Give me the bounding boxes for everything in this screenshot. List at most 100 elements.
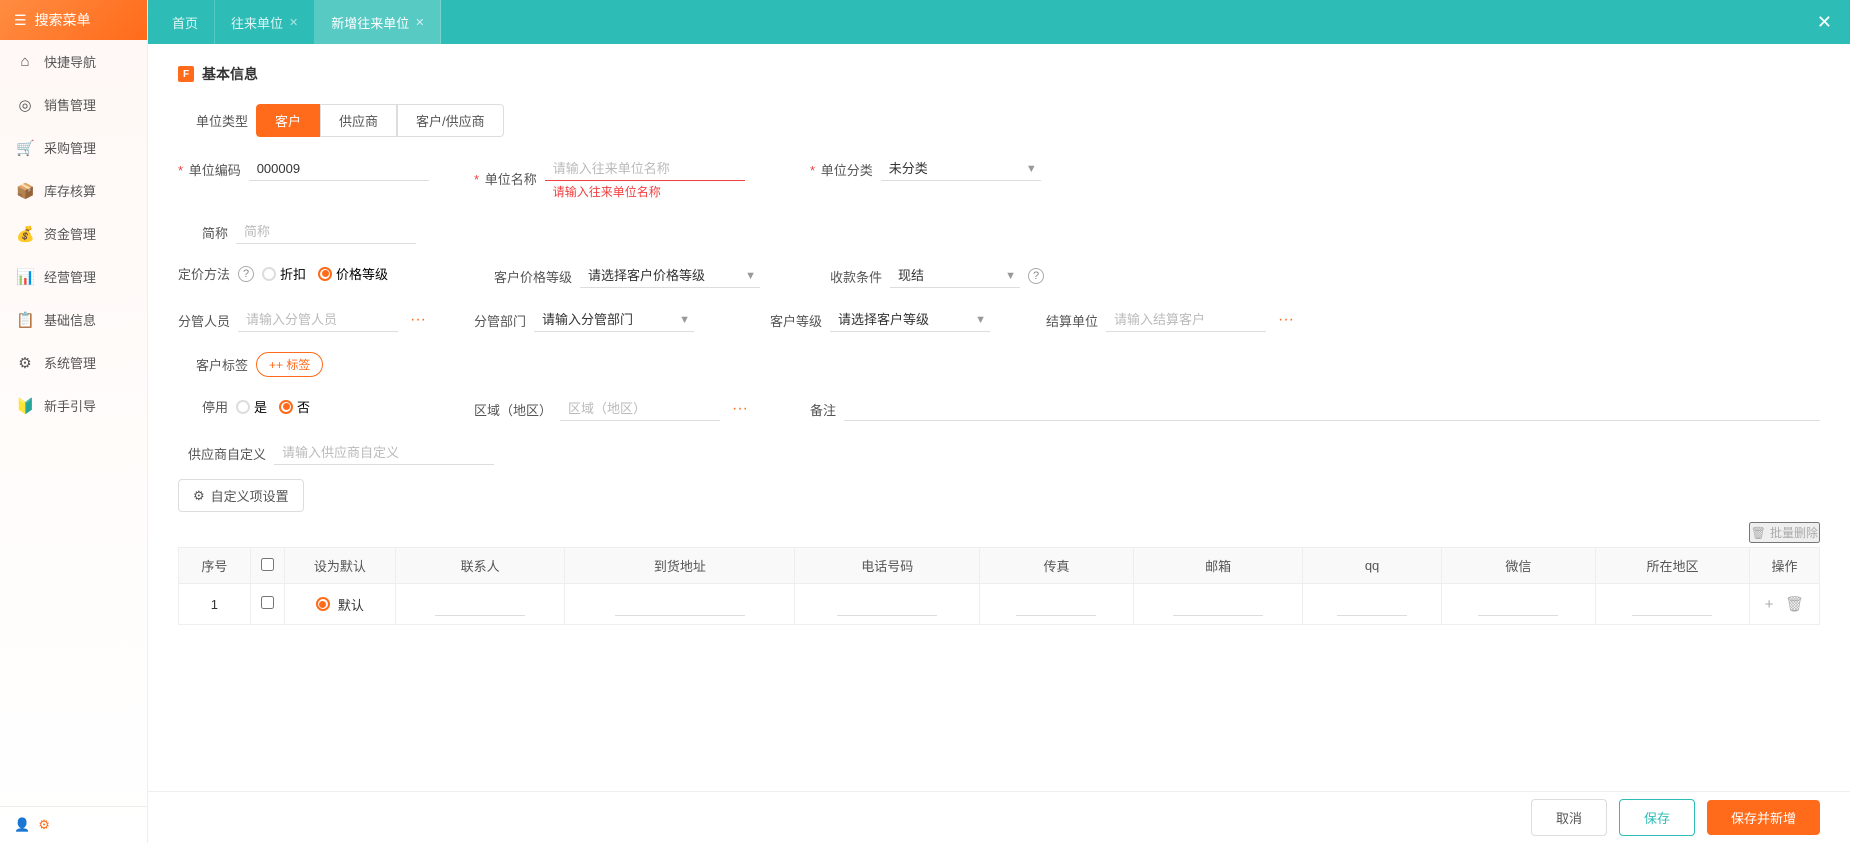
remark-input[interactable] — [844, 397, 1820, 421]
settlement-unit-input[interactable] — [1106, 308, 1266, 332]
dept-select[interactable]: 请输入分管部门 — [534, 308, 694, 332]
select-all-checkbox[interactable] — [261, 558, 274, 571]
col-email: 邮箱 — [1133, 548, 1302, 584]
manager-more-button[interactable]: ··· — [406, 311, 430, 329]
tab-partner-list[interactable]: 往来单位 ✕ — [215, 0, 315, 44]
user-icon: 👤 — [14, 817, 30, 833]
row-seq: 1 — [179, 584, 251, 625]
required-star: * — [178, 163, 183, 178]
radio-no[interactable]: 否 — [279, 397, 310, 416]
sidebar-item-operations[interactable]: 📊 经营管理 — [0, 255, 147, 298]
settlement-more-button[interactable]: ··· — [1274, 311, 1298, 329]
tab-partner-list-close[interactable]: ✕ — [289, 16, 298, 29]
region-input[interactable] — [1632, 592, 1712, 616]
area-group: 区域（地区） ··· — [474, 397, 794, 421]
customer-level-group: 客户等级 请选择客户等级 ▼ — [770, 308, 1030, 332]
cancel-button[interactable]: 取消 — [1531, 799, 1607, 836]
unit-btn-supplier[interactable]: 供应商 — [320, 104, 397, 137]
sidebar-item-basic-info[interactable]: 📋 基础信息 — [0, 298, 147, 341]
contact-table: 序号 设为默认 联系人 到货地址 电话号码 传真 邮箱 qq 微信 所在地区 — [178, 547, 1820, 625]
sidebar-item-label: 基础信息 — [44, 310, 96, 329]
area-input[interactable] — [560, 397, 720, 421]
custom-settings-button[interactable]: ⚙ 自定义项设置 — [178, 479, 304, 512]
sidebar-item-purchase[interactable]: 🛒 采购管理 — [0, 126, 147, 169]
radio-discount-circle — [262, 267, 276, 281]
phone-input[interactable] — [837, 592, 937, 616]
page-content: F 基本信息 单位类型 客户 供应商 客户/供应商 * 单位编码 — [148, 44, 1850, 791]
pricing-help-icon[interactable]: ? — [238, 266, 254, 282]
tab-new-partner[interactable]: 新增往来单位 ✕ — [315, 0, 441, 44]
add-tag-button[interactable]: + + 标签 — [256, 352, 323, 377]
vendor-custom-row: 供应商自定义 — [178, 441, 1820, 465]
sidebar-bottom[interactable]: 👤 ⚙ — [0, 806, 147, 843]
col-phone: 电话号码 — [795, 548, 979, 584]
unit-name-input[interactable] — [545, 157, 745, 181]
save-button[interactable]: 保存 — [1619, 799, 1695, 836]
qq-input[interactable] — [1337, 592, 1407, 616]
sidebar-item-guide[interactable]: 🔰 新手引导 — [0, 384, 147, 427]
sidebar-item-sales[interactable]: ◎ 销售管理 — [0, 83, 147, 126]
sidebar-item-label: 新手引导 — [44, 396, 96, 415]
operations-icon: 📊 — [16, 268, 34, 286]
unit-btn-customer[interactable]: 客户 — [256, 104, 320, 137]
email-input[interactable] — [1173, 592, 1263, 616]
col-default: 设为默认 — [284, 548, 395, 584]
batch-delete-button[interactable]: 🗑 批量删除 — [1749, 522, 1820, 543]
sidebar-item-finance[interactable]: 💰 资金管理 — [0, 212, 147, 255]
sidebar-item-label: 快捷导航 — [44, 52, 96, 71]
row-checkbox[interactable] — [261, 596, 274, 609]
add-row-button[interactable]: + — [1761, 596, 1778, 613]
unit-category-select[interactable]: 未分类 — [881, 157, 1041, 181]
manager-group: 分管人员 ··· — [178, 308, 458, 332]
remark-label: 备注 — [810, 400, 836, 419]
address-input[interactable] — [615, 592, 745, 616]
unit-name-group: * 单位名称 请输入往来单位名称 — [474, 157, 794, 200]
system-icon: ⚙ — [16, 354, 34, 372]
inventory-icon: 📦 — [16, 182, 34, 200]
contact-input[interactable] — [435, 592, 525, 616]
radio-price-level[interactable]: 价格等级 — [318, 264, 388, 283]
unit-code-input[interactable] — [249, 157, 429, 181]
settings-icon: ⚙ — [38, 817, 50, 833]
sidebar-item-system[interactable]: ⚙ 系统管理 — [0, 341, 147, 384]
short-name-input[interactable] — [236, 220, 416, 244]
delete-row-button[interactable]: 🗑 — [1781, 596, 1808, 613]
customer-level-label: 客户等级 — [770, 311, 822, 330]
wechat-input[interactable] — [1478, 592, 1558, 616]
search-menu-button[interactable]: ☰ 搜索菜单 — [0, 0, 147, 40]
tab-home[interactable]: 首页 — [156, 0, 215, 44]
table-header-row: 序号 设为默认 联系人 到货地址 电话号码 传真 邮箱 qq 微信 所在地区 — [179, 548, 1820, 584]
area-more-button[interactable]: ··· — [728, 400, 752, 418]
default-radio[interactable] — [316, 597, 330, 611]
payment-terms-wrapper: 现结 ▼ — [890, 264, 1020, 288]
col-address: 到货地址 — [565, 548, 795, 584]
customer-level-select[interactable]: 请选择客户等级 — [830, 308, 990, 332]
unit-category-select-wrapper: 未分类 ▼ — [881, 157, 1041, 181]
customer-price-level-select[interactable]: 请选择客户价格等级 — [580, 264, 760, 288]
manager-input[interactable] — [238, 308, 398, 332]
short-name-row: 简称 — [178, 220, 1820, 244]
save-new-button[interactable]: 保存并新增 — [1707, 800, 1820, 835]
vendor-custom-input[interactable] — [274, 441, 494, 465]
radio-price-level-circle — [318, 267, 332, 281]
sidebar-item-inventory[interactable]: 📦 库存核算 — [0, 169, 147, 212]
col-contact: 联系人 — [396, 548, 565, 584]
finance-icon: 💰 — [16, 225, 34, 243]
radio-discount[interactable]: 折扣 — [262, 264, 306, 283]
fax-input[interactable] — [1016, 592, 1096, 616]
payment-terms-help-icon[interactable]: ? — [1028, 268, 1044, 284]
unit-name-input-wrapper: 请输入往来单位名称 — [545, 157, 745, 200]
customer-level-wrapper: 请选择客户等级 ▼ — [830, 308, 990, 332]
tab-new-partner-close[interactable]: ✕ — [415, 16, 424, 29]
unit-name-error: 请输入往来单位名称 — [553, 183, 745, 200]
sidebar-item-label: 库存核算 — [44, 181, 96, 200]
dept-select-wrapper: 请输入分管部门 ▼ — [534, 308, 694, 332]
customer-price-level-label: 客户价格等级 — [494, 267, 572, 286]
tab-home-label: 首页 — [172, 13, 198, 32]
payment-terms-select[interactable]: 现结 — [890, 264, 1020, 288]
window-close-button[interactable]: ✕ — [1807, 12, 1842, 33]
sidebar-item-quick-nav[interactable]: ⌂ 快捷导航 — [0, 40, 147, 83]
table-row: 1 默认 — [179, 584, 1820, 625]
unit-btn-both[interactable]: 客户/供应商 — [397, 104, 504, 137]
radio-yes[interactable]: 是 — [236, 397, 267, 416]
